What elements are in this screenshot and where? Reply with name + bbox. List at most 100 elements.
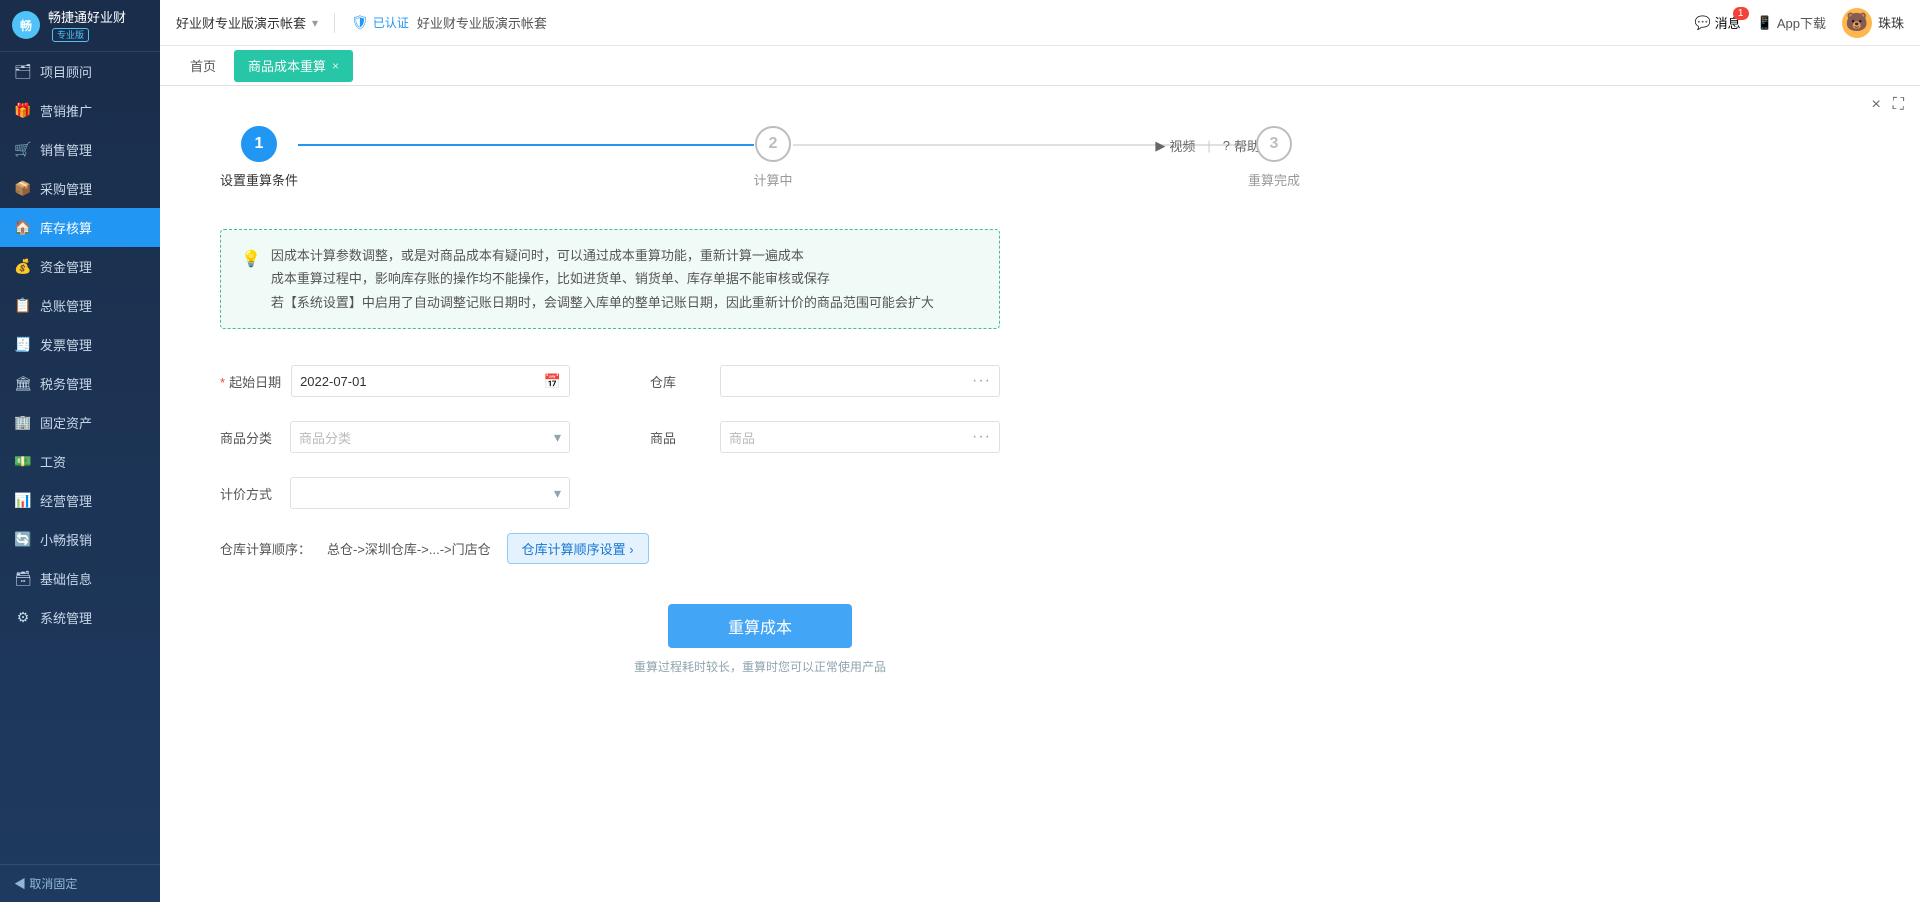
project-icon: 🗂 (14, 62, 32, 80)
home-icon: 🏠 (14, 218, 32, 236)
sidebar-item-operations[interactable]: 📊 经营管理 (0, 481, 160, 520)
content-inner: 1 设置重算条件 2 计算中 (160, 86, 1360, 705)
topbar-divider (334, 13, 335, 33)
sidebar-item-marketing[interactable]: 🎁 营销推广 (0, 91, 160, 130)
step-1-circle: 1 (241, 126, 277, 162)
step-1-label: 设置重算条件 (220, 170, 298, 189)
sidebar-item-finance[interactable]: 💰 资金管理 (0, 247, 160, 286)
step-3-label: 重算完成 (1248, 170, 1300, 189)
invoice-icon: 🧾 (14, 335, 32, 353)
logo-text: 畅捷通好业财 专业版 (48, 10, 126, 41)
warehouse-order-row: 仓库计算顺序： 总仓->深圳仓库->...->门店仓 仓库计算顺序设置 › (220, 533, 1000, 564)
sidebar-item-inventory[interactable]: 🏠 库存核算 (0, 208, 160, 247)
warehouse-order-label: 仓库计算顺序： (220, 539, 311, 558)
warehouse-order-settings-button[interactable]: 仓库计算顺序设置 › (507, 533, 649, 564)
ledger-icon: 📋 (14, 296, 32, 314)
warehouse-order-value: 总仓->深圳仓库->...->门店仓 (327, 539, 491, 558)
start-date-input[interactable]: 2022-07-01 📅 (291, 365, 570, 397)
help-links: ▶ 视频 | ? 帮助 (1155, 136, 1260, 155)
sidebar-item-purchase[interactable]: 📦 采购管理 (0, 169, 160, 208)
user-menu[interactable]: 🐻 珠珠 (1842, 8, 1904, 38)
goods-more-icon[interactable]: ··· (972, 428, 991, 446)
content-area: × ⛶ 1 设置重算条件 (160, 86, 1920, 902)
box-icon: 📦 (14, 179, 32, 197)
recalc-button[interactable]: 重算成本 (668, 604, 852, 648)
sidebar-logo: 畅 畅捷通好业财 专业版 (0, 0, 160, 52)
goods-row: 商品 商品 ··· (650, 421, 1000, 453)
sidebar-item-sales[interactable]: 🛒 销售管理 (0, 130, 160, 169)
sidebar-item-ledger[interactable]: 📋 总账管理 (0, 286, 160, 325)
goods-input[interactable]: 商品 ··· (720, 421, 1000, 453)
video-link[interactable]: ▶ 视频 (1155, 136, 1195, 155)
warehouse-label: 仓库 (650, 372, 710, 391)
step-1: 1 设置重算条件 (220, 126, 298, 189)
verified-badge: 🛡 已认证 (351, 14, 409, 31)
steps-section: 1 设置重算条件 2 计算中 (220, 116, 1300, 189)
recalc-hint: 重算过程耗时较长，重算时您可以正常使用产品 (220, 658, 1300, 675)
pricing-label: 计价方式 (220, 484, 280, 503)
category-select[interactable]: 商品分类 ▾ (290, 421, 570, 453)
sidebar-item-invoice[interactable]: 🧾 发票管理 (0, 325, 160, 364)
calendar-icon[interactable]: 📅 (544, 373, 561, 390)
sidebar-item-assets[interactable]: 🏢 固定资产 (0, 403, 160, 442)
step-2: 2 计算中 (754, 126, 793, 189)
tax-icon: 🏛 (14, 374, 32, 392)
shield-icon: 🛡 (351, 14, 369, 31)
cart-icon: 🛒 (14, 140, 32, 158)
warehouse-input[interactable]: ··· (720, 365, 1000, 397)
phone-icon: 📱 (1757, 15, 1773, 31)
warehouse-more-icon[interactable]: ··· (972, 372, 991, 390)
sidebar-item-salary[interactable]: 💵 工资 (0, 442, 160, 481)
start-date-row: *起始日期 2022-07-01 📅 (220, 365, 570, 397)
sidebar-item-basic[interactable]: 🗃 基础信息 (0, 559, 160, 598)
close-window-button[interactable]: × (1871, 96, 1880, 114)
avatar: 🐻 (1842, 8, 1872, 38)
sidebar-nav: 🗂 项目顾问 🎁 营销推广 🛒 销售管理 📦 采购管理 🏠 库存核算 💰 资金管… (0, 52, 160, 864)
message-icon: 💬 (1694, 15, 1710, 31)
topbar-right: 💬 消息 1 📱 App下载 🐻 珠珠 (1694, 8, 1904, 38)
expand-window-button[interactable]: ⛶ (1893, 96, 1904, 114)
sidebar-item-project[interactable]: 🗂 项目顾问 (0, 52, 160, 91)
chart-icon: 📊 (14, 491, 32, 509)
account-selector[interactable]: 好业财专业版演示帐套 ▾ (176, 13, 318, 32)
sync-icon: 🔄 (14, 530, 32, 548)
pricing-row: 计价方式 ▾ (220, 477, 570, 509)
tab-close-icon[interactable]: × (332, 59, 339, 73)
question-icon: ? (1223, 138, 1230, 153)
info-box: 💡 因成本计算参数调整，或是对商品成本有疑问时，可以通过成本重算功能，重新计算一… (220, 229, 1000, 329)
gear-icon: ⚙ (14, 608, 32, 626)
steps-container: 1 设置重算条件 2 计算中 (220, 116, 1300, 189)
category-label: 商品分类 (220, 428, 280, 447)
info-text: 因成本计算参数调整，或是对商品成本有疑问时，可以通过成本重算功能，重新计算一遍成… (271, 244, 934, 314)
pricing-select[interactable]: ▾ (290, 477, 570, 509)
unpin-button[interactable]: ◀ 取消固定 (0, 864, 160, 902)
step-3-circle: 3 (1256, 126, 1292, 162)
step-2-circle: 2 (755, 126, 791, 162)
step-line-1 (298, 144, 753, 146)
sidebar-item-tax[interactable]: 🏛 税务管理 (0, 364, 160, 403)
tab-home[interactable]: 首页 (176, 50, 230, 82)
start-date-label: *起始日期 (220, 372, 281, 391)
form-grid: *起始日期 2022-07-01 📅 仓库 ··· (220, 365, 1000, 509)
warning-icon: 💡 (241, 246, 261, 314)
step-3: 3 重算完成 (1248, 126, 1300, 189)
recalc-section: 重算成本 重算过程耗时较长，重算时您可以正常使用产品 (220, 604, 1300, 675)
sidebar-item-system[interactable]: ⚙ 系统管理 (0, 598, 160, 637)
chevron-down-icon: ▾ (312, 16, 318, 30)
main-area: 好业财专业版演示帐套 ▾ 🛡 已认证 好业财专业版演示帐套 💬 消息 1 📱 A… (160, 0, 1920, 902)
chevron-down-icon-2: ▾ (554, 485, 561, 502)
chevron-down-icon: ▾ (554, 429, 561, 446)
tabbar: 首页 商品成本重算 × (160, 46, 1920, 86)
play-icon: ▶ (1155, 138, 1165, 154)
warehouse-row: 仓库 ··· (650, 365, 1000, 397)
logo-icon: 畅 (12, 11, 40, 39)
building-icon: 🏢 (14, 413, 32, 431)
message-button[interactable]: 💬 消息 1 (1694, 13, 1740, 32)
step-2-label: 计算中 (754, 170, 793, 189)
tab-cost-recalc[interactable]: 商品成本重算 × (234, 50, 353, 82)
sidebar: 畅 畅捷通好业财 专业版 🗂 项目顾问 🎁 营销推广 🛒 销售管理 📦 采购管理… (0, 0, 160, 902)
salary-icon: 💵 (14, 452, 32, 470)
sidebar-item-expenses[interactable]: 🔄 小畅报销 (0, 520, 160, 559)
app-download-button[interactable]: 📱 App下载 (1757, 13, 1826, 32)
db-icon: 🗃 (14, 569, 32, 587)
